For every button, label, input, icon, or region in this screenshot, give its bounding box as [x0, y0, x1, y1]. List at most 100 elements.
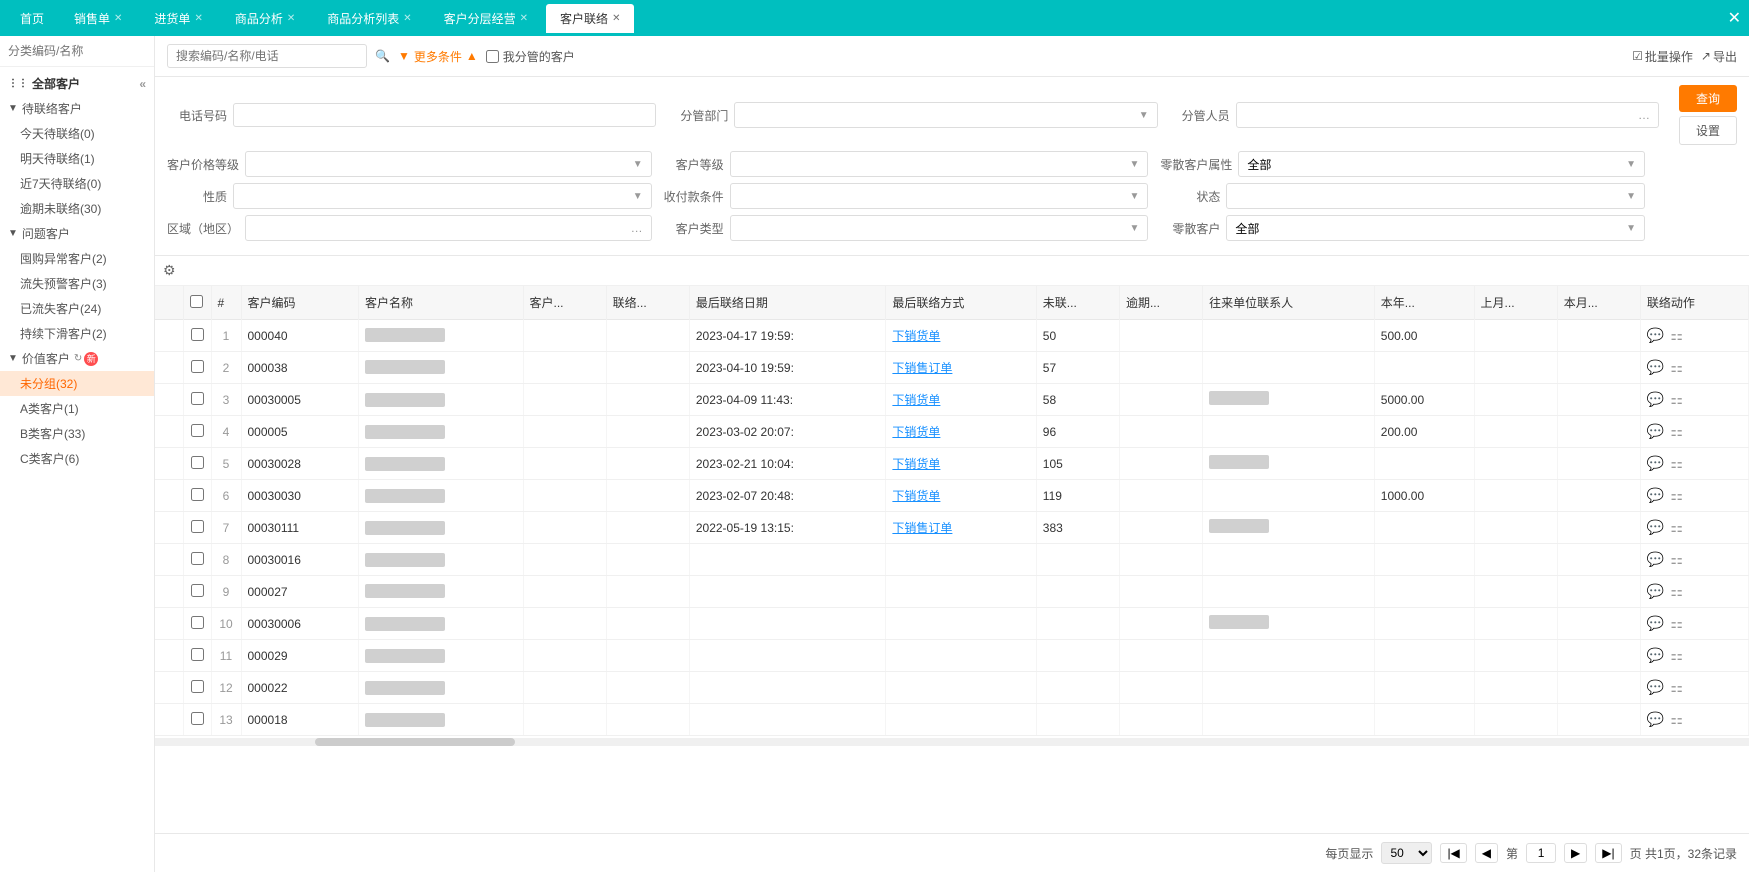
manager-select[interactable]: …: [1236, 102, 1659, 128]
last-method-link[interactable]: 下销货单: [892, 425, 940, 439]
sidebar-item-today[interactable]: 今天待联络(0): [0, 121, 154, 146]
row-checkbox-cell[interactable]: [183, 608, 211, 640]
contact-icon[interactable]: 💬: [1647, 615, 1664, 632]
close-icon[interactable]: ✕: [612, 13, 620, 24]
contact-icon[interactable]: 💬: [1647, 711, 1664, 728]
contact-icon[interactable]: 💬: [1647, 647, 1664, 664]
row-checkbox-cell[interactable]: [183, 544, 211, 576]
contact-icon[interactable]: 💬: [1647, 327, 1664, 344]
more-action-icon[interactable]: ⚏: [1670, 455, 1683, 472]
col-code[interactable]: 客户编码: [241, 286, 358, 320]
col-check[interactable]: [183, 286, 211, 320]
export-btn[interactable]: ↗ 导出: [1701, 48, 1737, 65]
close-icon[interactable]: ✕: [520, 13, 528, 24]
batch-operation-btn[interactable]: ☑ 批量操作: [1632, 48, 1693, 65]
row-checkbox-cell[interactable]: [183, 640, 211, 672]
scrollbar-thumb[interactable]: [315, 738, 515, 746]
sidebar-item-c-class[interactable]: C类客户(6): [0, 446, 154, 471]
retail-customer-select[interactable]: 全部 ▼: [1226, 215, 1645, 241]
col-type[interactable]: 客户...: [523, 286, 606, 320]
more-conditions-btn[interactable]: ▼ 更多条件 ▲: [398, 48, 478, 65]
more-action-icon[interactable]: ⚏: [1670, 583, 1683, 600]
row-checkbox-cell[interactable]: [183, 384, 211, 416]
more-action-icon[interactable]: ⚏: [1670, 679, 1683, 696]
my-customers-checkbox[interactable]: 我分管的客户: [486, 48, 575, 65]
sidebar-group-pending[interactable]: ▼ 待联络客户: [0, 96, 154, 121]
close-icon[interactable]: ✕: [194, 13, 202, 24]
last-method-link[interactable]: 下销货单: [892, 393, 940, 407]
last-method-link[interactable]: 下销售订单: [892, 361, 952, 375]
status-select[interactable]: ▼: [1226, 183, 1645, 209]
sidebar-group-value[interactable]: ▼ 价值客户 ↻ 新: [0, 346, 154, 371]
query-button[interactable]: 查询: [1679, 85, 1737, 112]
page-size-select[interactable]: 50 100: [1381, 842, 1432, 864]
sidebar-group-problem[interactable]: ▼ 问题客户: [0, 221, 154, 246]
contact-icon[interactable]: 💬: [1647, 423, 1664, 440]
product-analysis-list-tab[interactable]: 商品分析列表 ✕: [313, 4, 425, 33]
col-last-date[interactable]: 最后联络日期: [689, 286, 886, 320]
row-checkbox-cell[interactable]: [183, 704, 211, 736]
nature-select[interactable]: ▼: [233, 183, 652, 209]
sidebar-item-abnormal[interactable]: 囤购异常客户(2): [0, 246, 154, 271]
all-customers-section[interactable]: ⋮⋮ 全部客户 «: [0, 67, 154, 96]
sidebar-search-input[interactable]: [8, 44, 155, 58]
sidebar-item-7days[interactable]: 近7天待联络(0): [0, 171, 154, 196]
contact-icon[interactable]: 💬: [1647, 487, 1664, 504]
more-action-icon[interactable]: ⚏: [1670, 711, 1683, 728]
more-action-icon[interactable]: ⚏: [1670, 551, 1683, 568]
customer-level-select[interactable]: ▼: [730, 151, 1149, 177]
more-action-icon[interactable]: ⚏: [1670, 391, 1683, 408]
col-contact[interactable]: 联络...: [606, 286, 689, 320]
horizontal-scrollbar[interactable]: [155, 738, 1749, 746]
collapse-icon[interactable]: «: [139, 77, 146, 91]
row-checkbox[interactable]: [191, 584, 204, 597]
sidebar-item-tomorrow[interactable]: 明天待联络(1): [0, 146, 154, 171]
more-action-icon[interactable]: ⚏: [1670, 647, 1683, 664]
price-level-select[interactable]: ▼: [245, 151, 652, 177]
row-checkbox[interactable]: [191, 456, 204, 469]
page-number-input[interactable]: [1526, 843, 1556, 863]
col-uncontact[interactable]: 未联...: [1036, 286, 1119, 320]
select-all-checkbox[interactable]: [190, 295, 203, 308]
row-checkbox[interactable]: [191, 424, 204, 437]
more-action-icon[interactable]: ⚏: [1670, 487, 1683, 504]
row-checkbox[interactable]: [191, 488, 204, 501]
close-icon[interactable]: ✕: [114, 13, 122, 24]
more-action-icon[interactable]: ⚏: [1670, 327, 1683, 344]
window-close-button[interactable]: ✕: [1728, 8, 1741, 28]
last-method-link[interactable]: 下销货单: [892, 489, 940, 503]
contact-icon[interactable]: 💬: [1647, 519, 1664, 536]
row-checkbox-cell[interactable]: [183, 480, 211, 512]
row-checkbox[interactable]: [191, 360, 204, 373]
more-action-icon[interactable]: ⚏: [1670, 423, 1683, 440]
sidebar-item-overdue[interactable]: 逾期未联络(30): [0, 196, 154, 221]
row-checkbox[interactable]: [191, 616, 204, 629]
sidebar-item-ungroup[interactable]: 未分组(32): [0, 371, 154, 396]
close-icon[interactable]: ✕: [287, 13, 295, 24]
row-checkbox-cell[interactable]: [183, 576, 211, 608]
sales-tab[interactable]: 销售单 ✕: [60, 4, 136, 33]
row-checkbox[interactable]: [191, 552, 204, 565]
sidebar-item-b-class[interactable]: B类客户(33): [0, 421, 154, 446]
sidebar-item-lost[interactable]: 已流失客户(24): [0, 296, 154, 321]
col-settings[interactable]: [155, 286, 183, 320]
refresh-icon[interactable]: ↻: [74, 353, 82, 364]
more-action-icon[interactable]: ⚏: [1670, 359, 1683, 376]
reset-button[interactable]: 设置: [1679, 116, 1737, 145]
sidebar-item-loss-warning[interactable]: 流失预警客户(3): [0, 271, 154, 296]
settings-icon[interactable]: ⚙: [163, 262, 176, 279]
product-analysis-tab[interactable]: 商品分析 ✕: [221, 4, 309, 33]
col-last-month[interactable]: 上月...: [1474, 286, 1557, 320]
col-this-year[interactable]: 本年...: [1374, 286, 1474, 320]
prev-page-btn[interactable]: ◀: [1475, 843, 1498, 863]
contact-icon[interactable]: 💬: [1647, 679, 1664, 696]
filter-search-input[interactable]: [167, 44, 367, 68]
close-icon[interactable]: ✕: [403, 13, 411, 24]
payment-select[interactable]: ▼: [730, 183, 1149, 209]
row-checkbox[interactable]: [191, 712, 204, 725]
dots-icon[interactable]: …: [1638, 108, 1650, 122]
dots-icon[interactable]: …: [631, 221, 643, 235]
first-page-btn[interactable]: |◀: [1440, 843, 1466, 863]
row-checkbox-cell[interactable]: [183, 672, 211, 704]
col-overdue[interactable]: 逾期...: [1119, 286, 1202, 320]
